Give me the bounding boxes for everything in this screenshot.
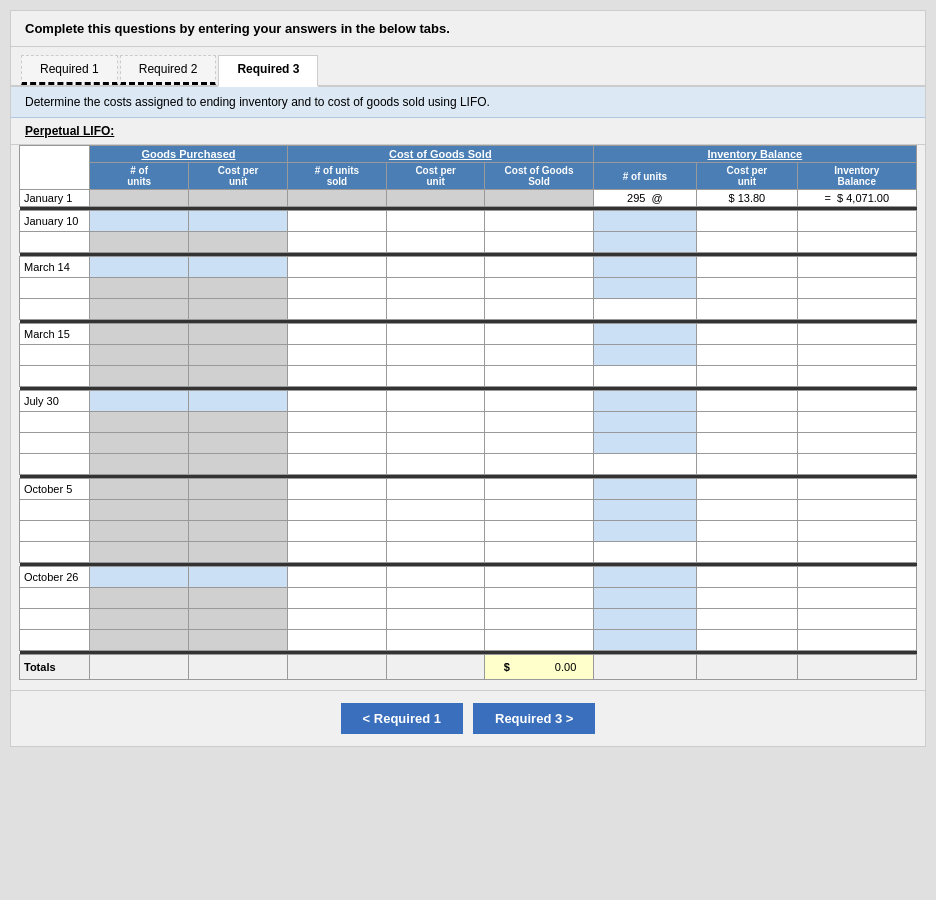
july30-row3 (20, 433, 917, 454)
oct5-row3 (20, 521, 917, 542)
table-wrapper: Date Goods Purchased Cost of Goods Sold … (11, 145, 925, 690)
march14-row2 (20, 278, 917, 299)
inv-balance-header: InventoryBalance (797, 163, 916, 190)
section-title: Perpetual LIFO: (11, 118, 925, 145)
jan10-inv-cost-1-input (697, 211, 796, 231)
march15-label: March 15 (20, 324, 90, 345)
january1-row: January 1 295 @ $ 13.80 = $ 4,071.00 (20, 190, 917, 207)
date-header: Date (20, 146, 90, 190)
inv-num-units-header: # of units (593, 163, 696, 190)
totals-inv-balance[interactable] (797, 655, 916, 680)
tab-required2[interactable]: Required 2 (120, 55, 217, 85)
goods-purchased-header: Goods Purchased (90, 146, 288, 163)
january1-cogs-cost (386, 190, 484, 207)
prev-button[interactable]: < Required 1 (341, 703, 463, 734)
january1-gp-units (90, 190, 189, 207)
oct5-label: October 5 (20, 479, 90, 500)
footer: < Required 1 Required 3 > (11, 690, 925, 746)
january1-label: January 1 (20, 190, 90, 207)
july30-label: July 30 (20, 391, 90, 412)
jan10-gp-cost-1-input (189, 211, 287, 231)
jan10-cogs-total-1[interactable] (485, 211, 593, 232)
jan10-gp-units-1-input (90, 211, 188, 231)
march15-row2 (20, 345, 917, 366)
july30-row4 (20, 454, 917, 475)
march15-row3 (20, 366, 917, 387)
march14-row1: March 14 (20, 257, 917, 278)
jan10-inv-units-1[interactable] (593, 211, 696, 232)
oct26-row4 (20, 630, 917, 651)
jan10-inv-balance-1[interactable] (797, 211, 916, 232)
oct26-label: October 26 (20, 567, 90, 588)
info-text: Determine the costs assigned to ending i… (11, 87, 925, 118)
january1-gp-cost (189, 190, 288, 207)
jan10-gp-cost-1[interactable] (189, 211, 288, 232)
oct5-row2 (20, 500, 917, 521)
january1-inv-balance: = $ 4,071.00 (797, 190, 916, 207)
january1-inv-cost: $ 13.80 (697, 190, 797, 207)
oct26-row3 (20, 609, 917, 630)
jan10-cogs-units-1[interactable] (287, 211, 386, 232)
july30-row2 (20, 412, 917, 433)
inv-cost-per-unit-header: Cost perunit (697, 163, 797, 190)
oct26-row1: October 26 (20, 567, 917, 588)
instruction-text: Complete this questions by entering your… (11, 11, 925, 47)
jan10-empty-label (20, 232, 90, 253)
tab-required3[interactable]: Required 3 (218, 55, 318, 87)
cost-of-goods-sold-col-header: Cost of GoodsSold (485, 163, 593, 190)
perpetual-lifo-table: Date Goods Purchased Cost of Goods Sold … (19, 145, 917, 680)
totals-label: Totals (20, 655, 90, 680)
tab-required1[interactable]: Required 1 (21, 55, 118, 85)
march14-label: March 14 (20, 257, 90, 278)
oct5-row4 (20, 542, 917, 563)
oct26-row2 (20, 588, 917, 609)
inventory-balance-header: Inventory Balance (593, 146, 916, 163)
cost-per-unit-purchase-header: Cost perunit (189, 163, 288, 190)
jan10-gp-units-1[interactable] (90, 211, 189, 232)
oct5-row1: October 5 (20, 479, 917, 500)
jan10-cogs-cost-1[interactable] (386, 211, 484, 232)
jan10-inv-units-1-input (594, 211, 696, 231)
jan10-inv-cost-1[interactable] (697, 211, 797, 232)
jan10-cogs-units-1-input (288, 211, 386, 231)
next-button[interactable]: Required 3 > (473, 703, 595, 734)
num-units-sold-header: # of unitssold (287, 163, 386, 190)
january10-row1: January 10 (20, 211, 917, 232)
january10-row2 (20, 232, 917, 253)
totals-cogs[interactable]: $ (485, 655, 593, 680)
totals-row: Totals $ (20, 655, 917, 680)
march14-row3 (20, 299, 917, 320)
january1-cogs-units (287, 190, 386, 207)
cost-per-unit-sold-header: Cost perunit (386, 163, 484, 190)
jan10-cogs-total-1-input (485, 211, 592, 231)
tabs-container: Required 1 Required 2 Required 3 (11, 47, 925, 87)
january10-label: January 10 (20, 211, 90, 232)
march15-row1: March 15 (20, 324, 917, 345)
january1-cogs-total (485, 190, 593, 207)
num-units-header: # ofunits (90, 163, 189, 190)
january1-inv-units: 295 @ (593, 190, 696, 207)
jan10-inv-balance-1-input (798, 211, 916, 231)
cost-of-goods-sold-header: Cost of Goods Sold (287, 146, 593, 163)
july30-row1: July 30 (20, 391, 917, 412)
jan10-cogs-cost-1-input (387, 211, 484, 231)
